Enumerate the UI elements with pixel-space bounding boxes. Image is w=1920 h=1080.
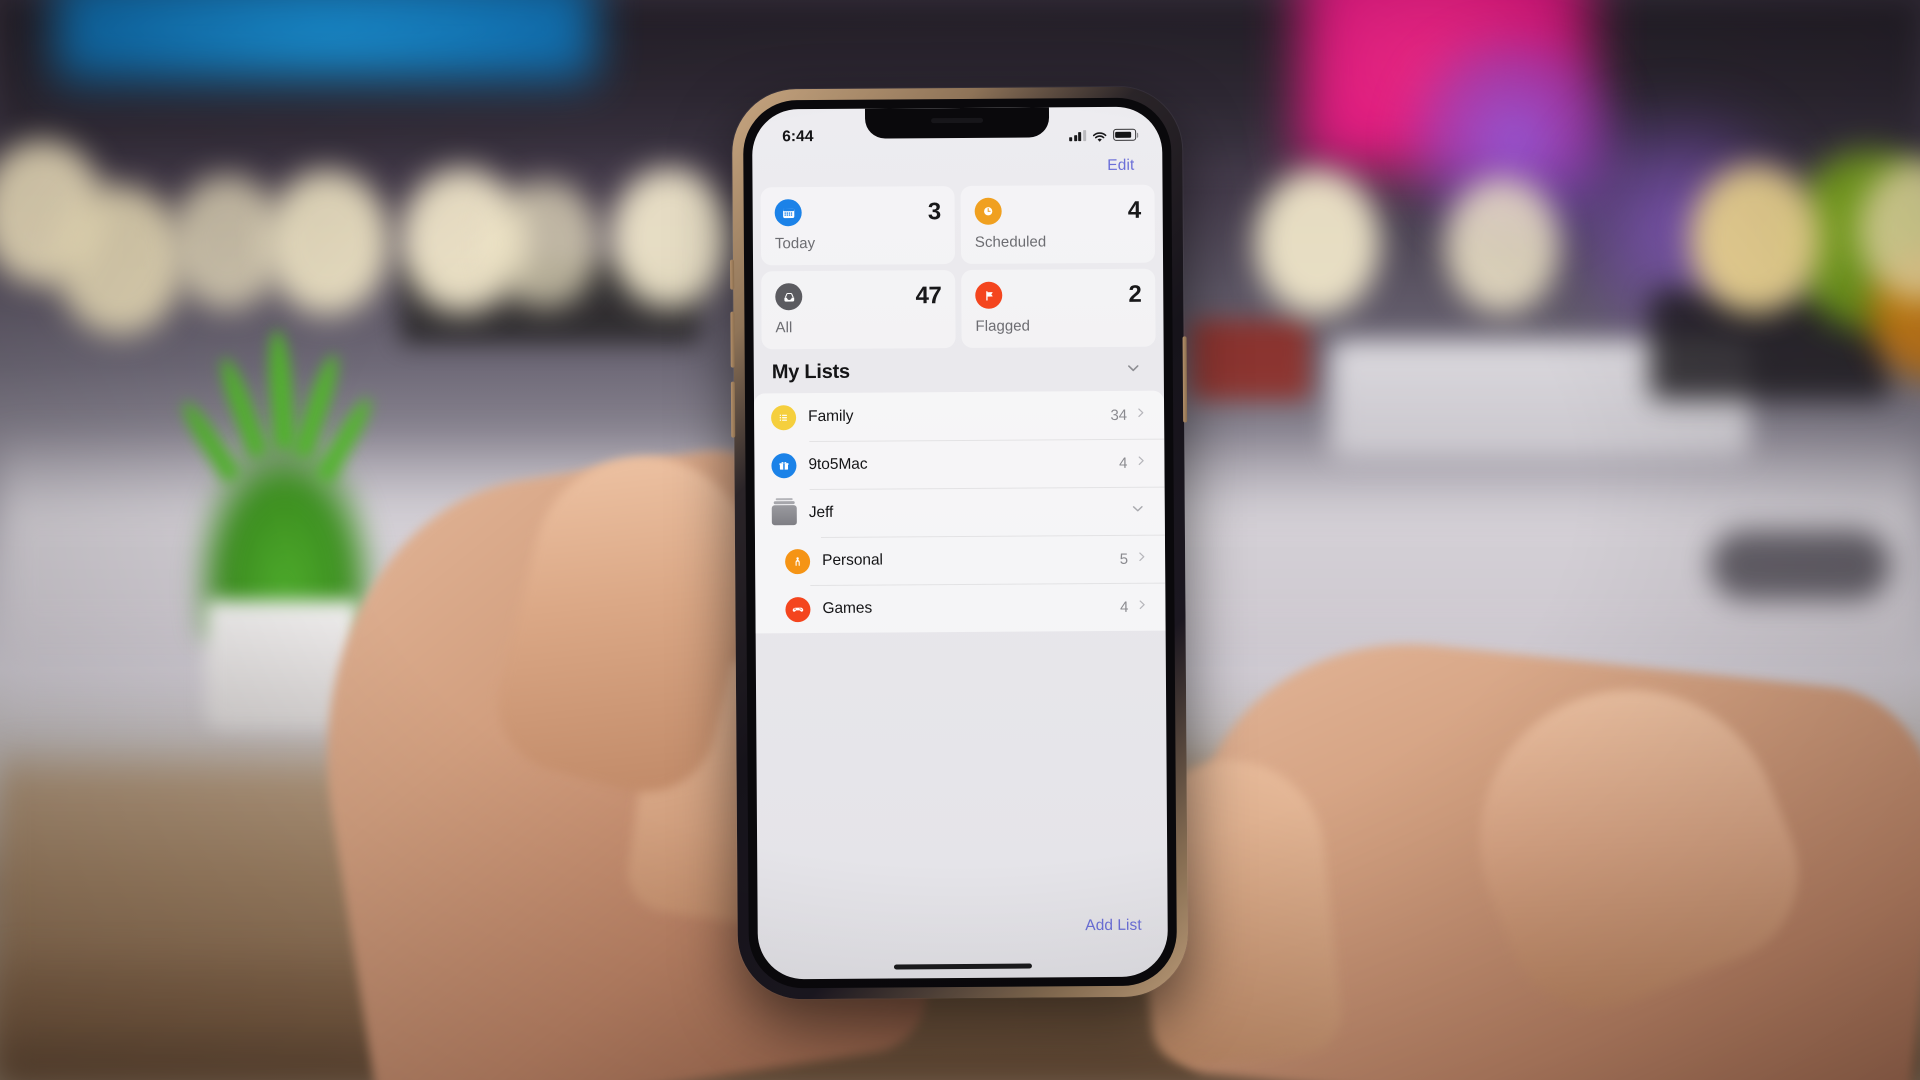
list-item-count: 4 [1120, 598, 1129, 616]
phone-screen: 6:44 Edit 3 Today 4 Scheduled 47 All 2 F… [751, 106, 1169, 980]
edit-button[interactable]: Edit [1105, 153, 1136, 179]
card-top-row: 4 [974, 196, 1141, 225]
bokeh-light [1445, 178, 1560, 313]
earpiece-speaker [931, 117, 984, 124]
summary-label: Scheduled [974, 233, 1047, 251]
list-item-count: 4 [1119, 454, 1128, 472]
summary-count: 3 [927, 197, 941, 225]
list-item-9to5mac[interactable]: 9to5Mac 4 [754, 439, 1164, 490]
summary-card-today[interactable]: 3 Today [760, 186, 956, 266]
my-lists-header: My Lists [754, 359, 1164, 385]
my-lists-container: Family 34 9to5Mac 4 Jeff Personal 5 Game… [753, 390, 1166, 634]
chevron-right-icon [1136, 453, 1146, 472]
bokeh-light [610, 168, 730, 308]
battery-icon [1113, 129, 1137, 141]
summary-card-scheduled[interactable]: 4 Scheduled [960, 184, 1156, 264]
list-group-jeff[interactable]: Jeff [755, 487, 1165, 538]
card-top-row: 47 [775, 281, 942, 311]
gift-icon [771, 452, 797, 478]
summary-label: Flagged [975, 317, 1031, 335]
calendar-icon [774, 199, 802, 227]
card-top-row: 3 [774, 197, 941, 227]
summary-label: All [775, 319, 793, 337]
list-group-name: Jeff [808, 503, 834, 522]
bokeh-light [490, 180, 600, 308]
list-item-count: 34 [1110, 406, 1128, 424]
home-indicator[interactable] [893, 963, 1032, 970]
volume-down-button[interactable] [730, 381, 736, 438]
add-list-button[interactable]: Add List [1085, 917, 1142, 935]
phone-bezel: 6:44 Edit 3 Today 4 Scheduled 47 All 2 F… [742, 97, 1178, 989]
card-top-row: 2 [975, 280, 1142, 309]
list-item-personal[interactable]: Personal 5 [755, 535, 1165, 586]
chevron-right-icon [1137, 597, 1147, 616]
bokeh-light [265, 170, 390, 315]
bokeh-light [55, 185, 185, 335]
list-lines-icon [771, 404, 797, 430]
list-item-name: 9to5Mac [808, 455, 868, 474]
summary-cards-grid: 3 Today 4 Scheduled 47 All 2 Flagged [753, 184, 1164, 350]
bokeh-light [1255, 170, 1380, 315]
chevron-right-icon [1136, 405, 1146, 424]
background-red-object [1190, 320, 1310, 400]
power-button[interactable] [1182, 336, 1188, 423]
inbox-tray-icon [775, 283, 803, 311]
list-item-family[interactable]: Family 34 [754, 391, 1164, 442]
iphone-device: 6:44 Edit 3 Today 4 Scheduled 47 All 2 F… [730, 86, 1189, 1000]
toolbar: Add List [758, 917, 1168, 938]
list-item-name: Family [808, 407, 854, 426]
list-item-games[interactable]: Games 4 [755, 583, 1165, 634]
navigation-bar: Edit [752, 153, 1162, 182]
wifi-icon [1092, 129, 1107, 142]
chevron-down-icon[interactable] [1130, 500, 1146, 521]
flag-icon [975, 281, 1003, 309]
background-blue-panel [55, 0, 595, 80]
background-dark-object-small [1710, 530, 1890, 600]
volume-up-button[interactable] [730, 311, 735, 368]
clock-icon [974, 197, 1002, 225]
bokeh-light [1690, 165, 1820, 313]
folder-group-icon [771, 501, 797, 526]
summary-count: 2 [1128, 280, 1142, 308]
summary-card-all[interactable]: 47 All [761, 270, 956, 350]
chevron-right-icon [1137, 549, 1147, 568]
mute-switch[interactable] [730, 259, 735, 290]
list-item-name: Games [822, 599, 873, 617]
status-bar-time: 6:44 [782, 128, 814, 146]
notch [864, 107, 1050, 139]
person-walk-icon [785, 548, 811, 574]
summary-label: Today [774, 235, 816, 253]
cellular-signal-icon [1069, 129, 1087, 141]
list-item-count: 5 [1119, 550, 1129, 568]
gamepad-icon [785, 596, 811, 622]
summary-card-flagged[interactable]: 2 Flagged [961, 268, 1156, 348]
summary-count: 4 [1127, 196, 1141, 224]
summary-count: 47 [915, 281, 942, 309]
status-bar-indicators [1069, 129, 1137, 142]
chevron-down-icon[interactable] [1125, 359, 1142, 381]
list-item-name: Personal [822, 551, 883, 569]
my-lists-title: My Lists [771, 360, 850, 384]
